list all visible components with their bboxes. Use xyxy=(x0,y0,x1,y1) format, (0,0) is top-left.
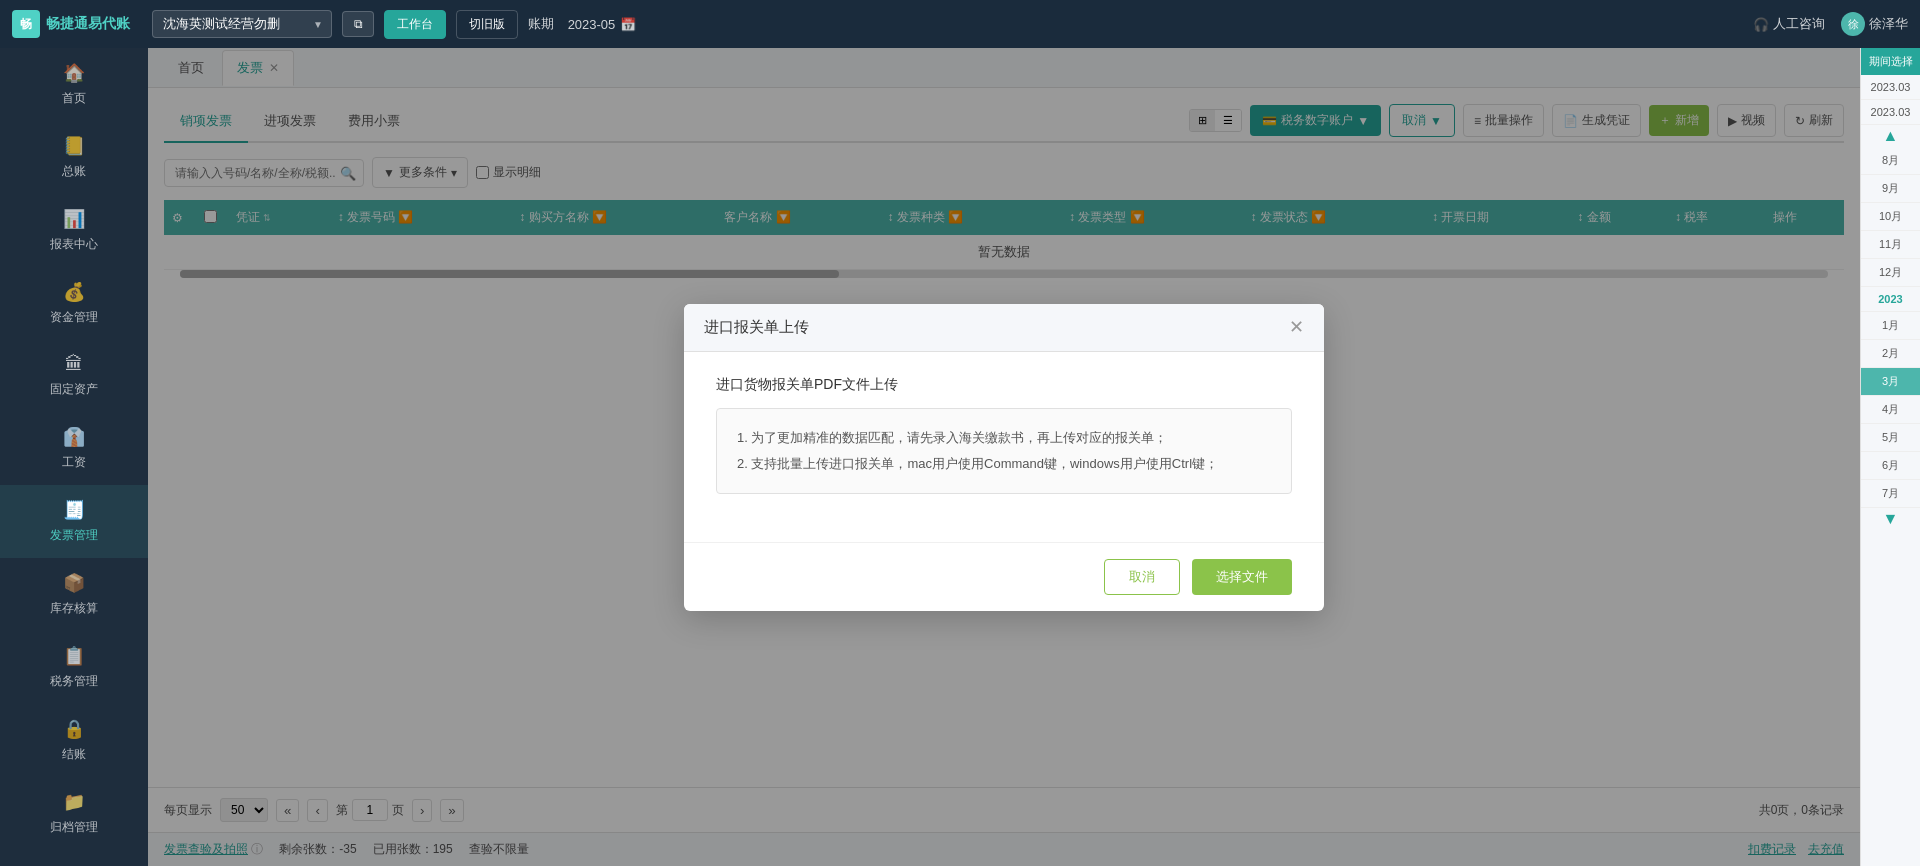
period-item-may[interactable]: 5月 xyxy=(1861,424,1920,452)
period-item-year[interactable]: 2023 xyxy=(1861,287,1920,312)
sidebar-item-tax[interactable]: 📋 税务管理 xyxy=(0,631,148,704)
sidebar-item-label: 归档管理 xyxy=(50,819,98,836)
modal-close-button[interactable]: ✕ xyxy=(1289,318,1304,336)
sidebar-item-label: 发票管理 xyxy=(50,527,98,544)
switch-version-button[interactable]: 切旧版 xyxy=(456,10,518,39)
modal-header: 进口报关单上传 ✕ xyxy=(684,304,1324,352)
invoice-icon: 🧾 xyxy=(63,499,85,521)
modal-body: 进口货物报关单PDF文件上传 1. 为了更加精准的数据匹配，请先录入海关缴款书，… xyxy=(684,352,1324,542)
modal-info-box: 1. 为了更加精准的数据匹配，请先录入海关缴款书，再上传对应的报关单； 2. 支… xyxy=(716,408,1292,494)
main-layout: 🏠 首页 📒 总账 📊 报表中心 💰 资金管理 🏛 固定资产 👔 工资 🧾 发票… xyxy=(0,48,1920,866)
sidebar-item-reports[interactable]: 📊 报表中心 xyxy=(0,194,148,267)
inventory-icon: 📦 xyxy=(63,572,85,594)
sidebar-item-close[interactable]: 🔒 结账 xyxy=(0,704,148,777)
header-right: 🎧 人工咨询 徐 徐泽华 xyxy=(1753,12,1908,36)
chevron-down-icon: ▼ xyxy=(1883,510,1899,528)
ledger-icon: 📒 xyxy=(63,135,85,157)
import-modal: 进口报关单上传 ✕ 进口货物报关单PDF文件上传 1. 为了更加精准的数据匹配，… xyxy=(684,304,1324,611)
content-area: 首页 发票 ✕ 销项发票 进项发票 费用小票 xyxy=(148,48,1860,866)
modal-section-title: 进口货物报关单PDF文件上传 xyxy=(716,376,1292,394)
period-item-jul[interactable]: 7月 xyxy=(1861,480,1920,508)
home-icon: 🏠 xyxy=(63,62,85,84)
period-item-3[interactable]: 9月 xyxy=(1861,175,1920,203)
app-logo: 畅 畅捷通易代账 xyxy=(12,10,142,38)
period-label: 账期 2023-05 📅 xyxy=(528,15,636,33)
period-item-jan[interactable]: 1月 xyxy=(1861,312,1920,340)
chevron-up-icon: ▲ xyxy=(1883,127,1899,145)
company-selector-arrow-icon: ▼ xyxy=(313,19,323,30)
period-item-1[interactable]: 2023.03 xyxy=(1861,100,1920,125)
modal-info-item-2: 2. 支持批量上传进口报关单，mac用户使用Command键，windows用户… xyxy=(737,451,1271,477)
salary-icon: 👔 xyxy=(63,426,85,448)
period-scroll-down[interactable]: ▼ xyxy=(1861,508,1920,530)
modal-overlay[interactable]: 进口报关单上传 ✕ 进口货物报关单PDF文件上传 1. 为了更加精准的数据匹配，… xyxy=(148,48,1860,866)
sidebar-item-home[interactable]: 🏠 首页 xyxy=(0,48,148,121)
sidebar-item-label: 工资 xyxy=(62,454,86,471)
sidebar-item-label: 税务管理 xyxy=(50,673,98,690)
sidebar: 🏠 首页 📒 总账 📊 报表中心 💰 资金管理 🏛 固定资产 👔 工资 🧾 发票… xyxy=(0,48,148,866)
copy-icon-btn[interactable]: ⧉ xyxy=(342,11,374,37)
avatar: 徐 xyxy=(1841,12,1865,36)
period-item-mar[interactable]: 3月 xyxy=(1861,368,1920,396)
sidebar-item-label: 结账 xyxy=(62,746,86,763)
top-header: 畅 畅捷通易代账 沈海英测试经营勿删 ▼ ⧉ 工作台 切旧版 账期 2023-0… xyxy=(0,0,1920,48)
sidebar-item-label: 库存核算 xyxy=(50,600,98,617)
period-item-feb[interactable]: 2月 xyxy=(1861,340,1920,368)
modal-cancel-button[interactable]: 取消 xyxy=(1104,559,1180,595)
period-item-2[interactable]: 8月 xyxy=(1861,147,1920,175)
sidebar-item-label: 固定资产 xyxy=(50,381,98,398)
modal-select-file-button[interactable]: 选择文件 xyxy=(1192,559,1292,595)
company-name: 沈海英测试经营勿删 xyxy=(163,15,280,33)
company-selector[interactable]: 沈海英测试经营勿删 ▼ xyxy=(152,10,332,38)
headset-icon: 🎧 xyxy=(1753,17,1769,32)
modal-info-item-1: 1. 为了更加精准的数据匹配，请先录入海关缴款书，再上传对应的报关单； xyxy=(737,425,1271,451)
period-item-6[interactable]: 12月 xyxy=(1861,259,1920,287)
sidebar-item-label: 首页 xyxy=(62,90,86,107)
sidebar-item-settings[interactable]: ⚙ 设置 xyxy=(0,850,148,866)
calendar-icon[interactable]: 📅 xyxy=(620,17,636,32)
sidebar-item-assets[interactable]: 🏛 固定资产 xyxy=(0,340,148,412)
period-item-4[interactable]: 10月 xyxy=(1861,203,1920,231)
period-item-0[interactable]: 2023.03 xyxy=(1861,75,1920,100)
sidebar-item-label: 资金管理 xyxy=(50,309,98,326)
app-logo-text: 畅捷通易代账 xyxy=(46,15,130,33)
modal-title: 进口报关单上传 xyxy=(704,318,809,337)
tax-icon: 📋 xyxy=(63,645,85,667)
period-panel: 期间选择 2023.03 2023.03 ▲ 8月 9月 10月 11月 12月… xyxy=(1860,48,1920,866)
close-period-icon: 🔒 xyxy=(63,718,85,740)
period-item-apr[interactable]: 4月 xyxy=(1861,396,1920,424)
period-item-jun[interactable]: 6月 xyxy=(1861,452,1920,480)
app-logo-icon: 畅 xyxy=(12,10,40,38)
period-item-5[interactable]: 11月 xyxy=(1861,231,1920,259)
sidebar-item-label: 报表中心 xyxy=(50,236,98,253)
sidebar-item-archive[interactable]: 📁 归档管理 xyxy=(0,777,148,850)
period-panel-header[interactable]: 期间选择 xyxy=(1861,48,1920,75)
reports-icon: 📊 xyxy=(63,208,85,230)
assets-icon: 🏛 xyxy=(65,354,83,375)
sidebar-item-label: 总账 xyxy=(62,163,86,180)
sidebar-item-ledger[interactable]: 📒 总账 xyxy=(0,121,148,194)
sidebar-item-salary[interactable]: 👔 工资 xyxy=(0,412,148,485)
user-avatar[interactable]: 徐 徐泽华 xyxy=(1841,12,1908,36)
archive-icon: 📁 xyxy=(63,791,85,813)
workspace-button[interactable]: 工作台 xyxy=(384,10,446,39)
sidebar-item-invoice[interactable]: 🧾 发票管理 xyxy=(0,485,148,558)
sidebar-item-inventory[interactable]: 📦 库存核算 xyxy=(0,558,148,631)
period-scroll-up[interactable]: ▲ xyxy=(1861,125,1920,147)
sidebar-item-finance[interactable]: 💰 资金管理 xyxy=(0,267,148,340)
finance-icon: 💰 xyxy=(63,281,85,303)
modal-footer: 取消 选择文件 xyxy=(684,542,1324,611)
support-btn[interactable]: 🎧 人工咨询 xyxy=(1753,15,1825,33)
